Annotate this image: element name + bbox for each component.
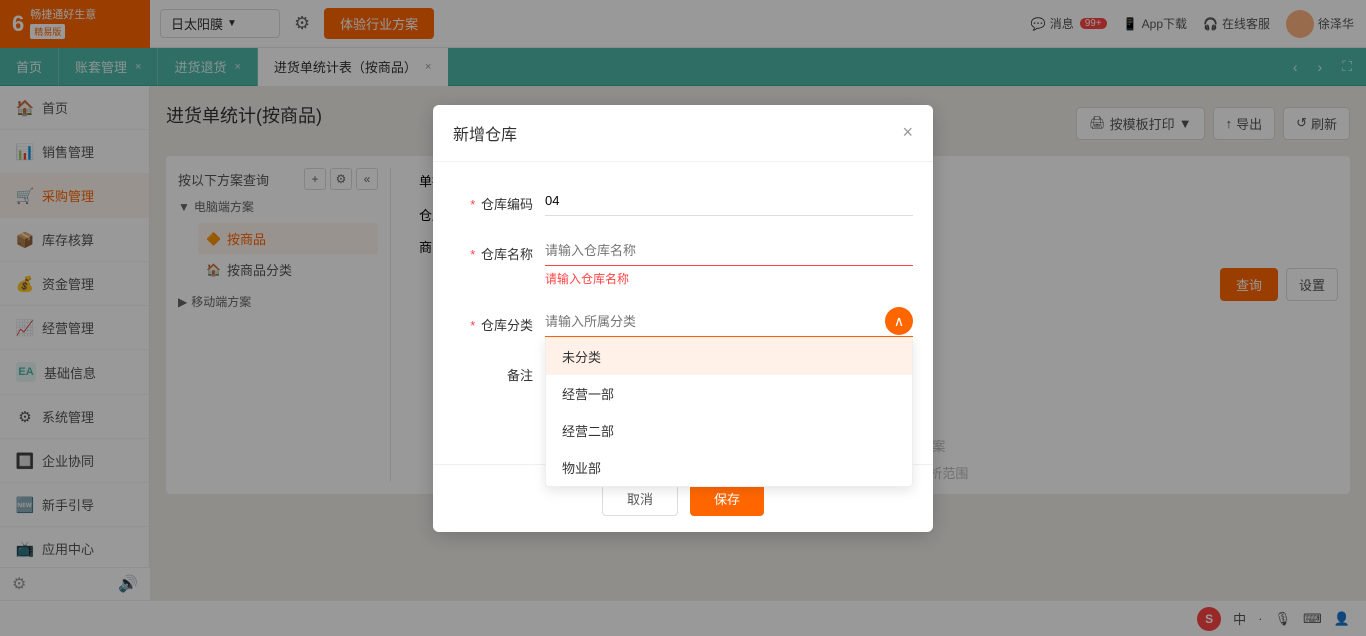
name-input[interactable]	[545, 236, 913, 266]
name-label: * 仓库名称	[453, 236, 533, 263]
category-option-dept1[interactable]: 经营一部	[546, 375, 912, 412]
dialog-close-icon[interactable]: ×	[902, 122, 913, 143]
name-field-row: * 仓库名称 请输入仓库名称	[453, 236, 913, 287]
add-warehouse-dialog: 新增仓库 × * 仓库编码 * 仓库名称	[433, 105, 933, 532]
category-select[interactable]: ∧	[545, 307, 913, 337]
dialog-header: 新增仓库 ×	[433, 105, 933, 162]
category-field-row: * 仓库分类 ∧ 未分类 经营一部 经营二部 物业部	[453, 307, 913, 337]
category-arrow-icon[interactable]: ∧	[885, 307, 913, 335]
name-error-msg: 请输入仓库名称	[545, 270, 913, 287]
dialog-title: 新增仓库	[453, 121, 517, 145]
code-field-row: * 仓库编码	[453, 186, 913, 216]
code-input[interactable]	[545, 186, 913, 216]
category-field: ∧ 未分类 经营一部 经营二部 物业部	[545, 307, 913, 337]
category-option-unclassified[interactable]: 未分类	[546, 338, 912, 375]
category-option-dept2[interactable]: 经营二部	[546, 412, 912, 449]
dialog-overlay[interactable]: 新增仓库 × * 仓库编码 * 仓库名称	[0, 0, 1366, 636]
category-label: * 仓库分类	[453, 307, 533, 334]
name-field: 请输入仓库名称	[545, 236, 913, 287]
category-dropdown: 未分类 经营一部 经营二部 物业部	[545, 337, 913, 487]
code-label: * 仓库编码	[453, 186, 533, 213]
category-input[interactable]	[545, 307, 885, 336]
dialog-body: * 仓库编码 * 仓库名称 请输入仓库名称	[433, 162, 933, 464]
code-field	[545, 186, 913, 216]
category-option-property[interactable]: 物业部	[546, 449, 912, 486]
remark-label: 备注	[453, 357, 533, 384]
